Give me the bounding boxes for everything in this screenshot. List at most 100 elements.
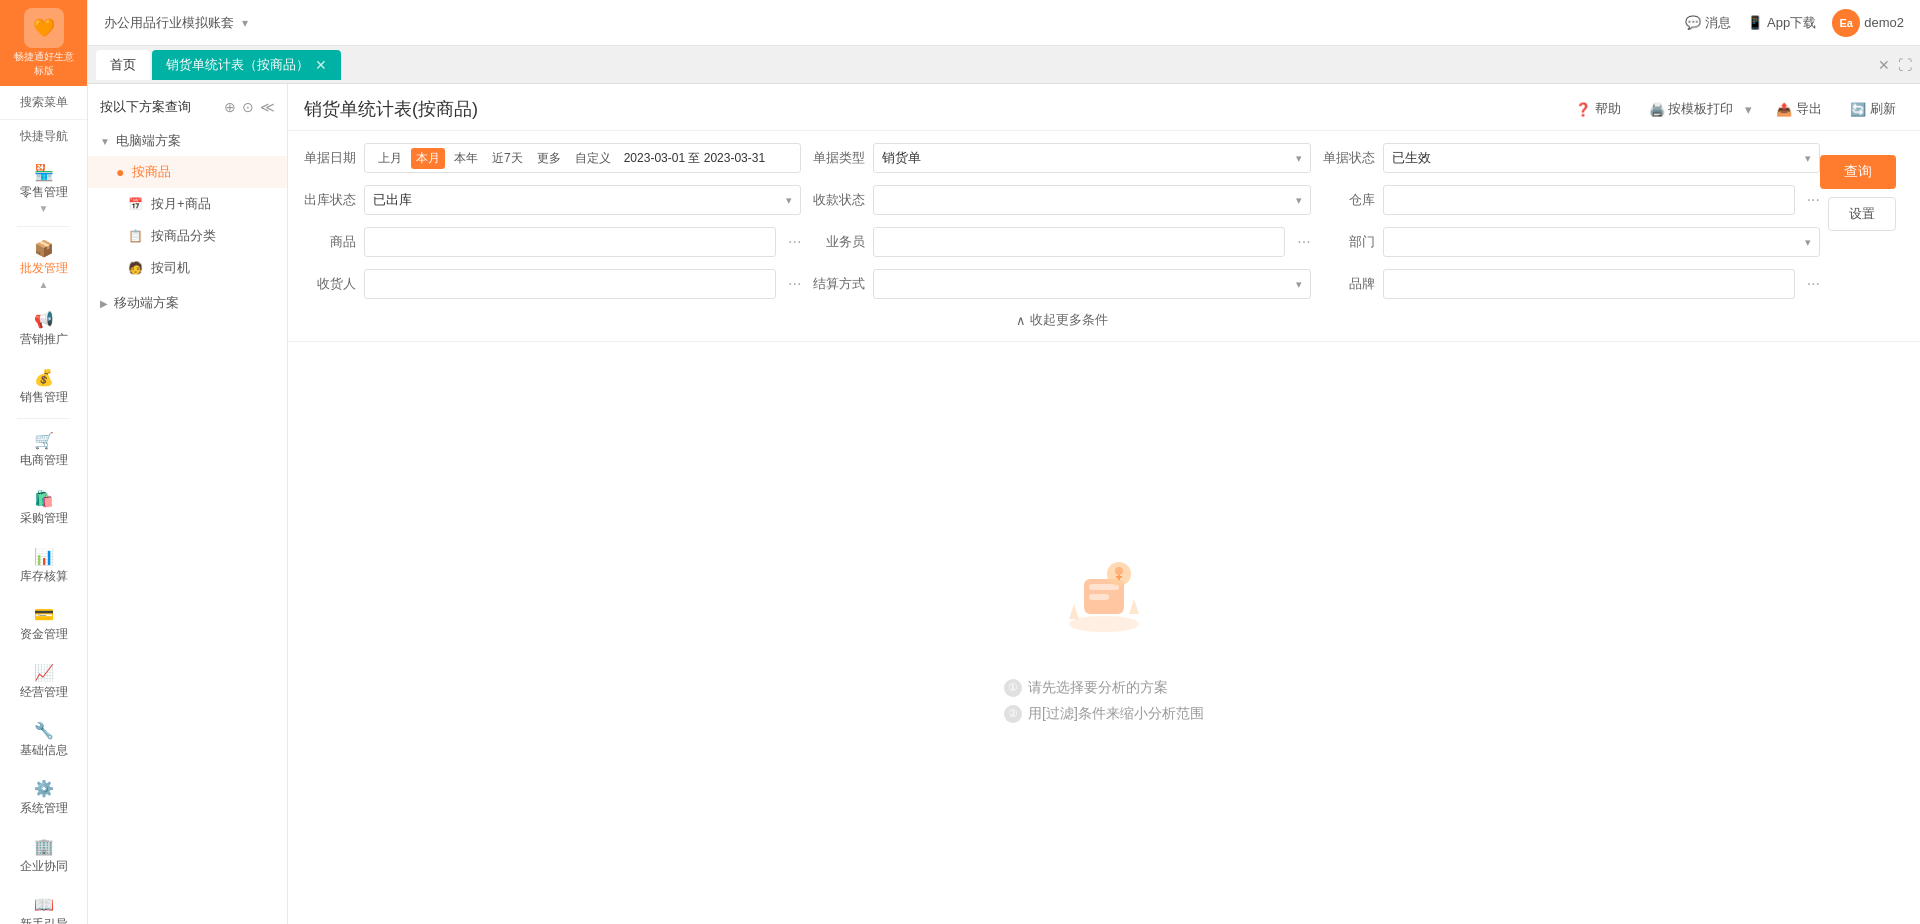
date-btn-last-month[interactable]: 上月 xyxy=(373,148,407,169)
scheme-item-by-category-label: 按商品分类 xyxy=(151,227,216,245)
message-action[interactable]: 💬 消息 xyxy=(1685,14,1731,32)
salesperson-input[interactable] xyxy=(873,227,1285,257)
sidebar-item-ecommerce[interactable]: 🛒 电商管理 xyxy=(0,421,87,479)
refresh-btn[interactable]: 🔄 刷新 xyxy=(1842,96,1904,122)
payment-label: 收款状态 xyxy=(813,191,865,209)
date-btn-this-month[interactable]: 本月 xyxy=(411,148,445,169)
brand-input[interactable] xyxy=(1383,269,1795,299)
receiver-dots-icon[interactable]: ··· xyxy=(788,275,801,293)
search-menu[interactable]: 搜索菜单 xyxy=(0,86,87,120)
tab-maximize-icon[interactable]: ⛶ xyxy=(1898,57,1912,73)
user-avatar: Ea xyxy=(1832,9,1860,37)
sidebar-item-guide[interactable]: 📖 新手引导 xyxy=(0,885,87,924)
template-print-arrow-icon[interactable]: ▾ xyxy=(1741,98,1756,121)
doctype-value: 销货单 xyxy=(882,149,921,167)
date-btn-custom[interactable]: 自定义 xyxy=(570,148,616,169)
quick-nav[interactable]: 快捷导航 xyxy=(0,120,87,153)
filter-salesperson-item: 业务员 ··· xyxy=(813,227,1310,257)
help-btn[interactable]: ❓ 帮助 xyxy=(1567,96,1629,122)
template-print-label: 按模板打印 xyxy=(1668,100,1733,118)
date-range-control[interactable]: 上月 本月 本年 近7天 更多 自定义 2023-03-01 至 2023-03… xyxy=(364,143,801,173)
collapse-panel-btn[interactable]: ≪ xyxy=(260,99,275,115)
tab-close-window-icon[interactable]: ✕ xyxy=(1878,57,1890,73)
user-section[interactable]: Ea demo2 xyxy=(1832,9,1904,37)
workspace-arrow-icon[interactable]: ▾ xyxy=(242,16,248,30)
ecommerce-icon: 🛒 xyxy=(34,431,54,450)
edit-scheme-btn[interactable]: ⊙ xyxy=(242,99,254,115)
goods-input[interactable] xyxy=(364,227,776,257)
filter-row-3: 商品 ··· 业务员 ··· xyxy=(304,227,1820,257)
sidebar-item-enterprise-label: 企业协同 xyxy=(20,858,68,875)
receiver-label: 收货人 xyxy=(304,275,356,293)
tab-bar: 首页 销货单统计表（按商品） ✕ ✕ ⛶ xyxy=(88,46,1920,84)
logo-title: 畅捷通好生意 xyxy=(14,50,74,64)
empty-hint-2: ② 用[过滤]条件来缩小分析范围 xyxy=(1004,705,1204,723)
sidebar-item-wholesale[interactable]: 📦 批发管理 ▲ xyxy=(0,229,87,300)
payment-select[interactable]: ▾ xyxy=(873,185,1310,215)
salesperson-dots-icon[interactable]: ··· xyxy=(1297,233,1310,251)
filter-date-item: 单据日期 上月 本月 本年 近7天 更多 自定义 xyxy=(304,143,801,173)
sidebar-item-marketing[interactable]: 📢 营销推广 xyxy=(0,300,87,358)
page-header-actions: ❓ 帮助 🖨️ 按模板打印 ▾ 📤 导出 xyxy=(1567,96,1904,122)
query-button[interactable]: 查询 xyxy=(1820,155,1896,189)
receiver-input[interactable] xyxy=(364,269,776,299)
scheme-item-by-goods[interactable]: ● 按商品 xyxy=(88,156,287,188)
app-download-icon: 📱 xyxy=(1747,15,1763,30)
goods-dots-icon[interactable]: ··· xyxy=(788,233,801,251)
filter-actions: ∧ 收起更多条件 xyxy=(304,311,1820,329)
svg-rect-3 xyxy=(1089,594,1109,600)
export-btn[interactable]: 📤 导出 xyxy=(1768,96,1830,122)
sidebar-item-enterprise[interactable]: 🏢 企业协同 xyxy=(0,827,87,885)
app-download-action[interactable]: 📱 App下载 xyxy=(1747,14,1816,32)
scheme-item-by-month-goods[interactable]: 📅 按月+商品 xyxy=(88,188,287,220)
sidebar-item-inventory[interactable]: 📊 库存核算 xyxy=(0,537,87,595)
operation-icon: 📈 xyxy=(34,663,54,682)
date-btn-more[interactable]: 更多 xyxy=(532,148,566,169)
scheme-item-by-month-goods-label: 按月+商品 xyxy=(151,195,211,213)
filter-row-4: 收货人 ··· 结算方式 ▾ xyxy=(304,269,1820,299)
template-print-main[interactable]: 🖨️ 按模板打印 xyxy=(1641,96,1741,122)
collapse-btn[interactable]: ∧ 收起更多条件 xyxy=(1016,311,1108,329)
date-quick-btns: 上月 本月 本年 近7天 更多 自定义 xyxy=(373,148,616,169)
settlement-select[interactable]: ▾ xyxy=(873,269,1310,299)
sidebar-item-purchase[interactable]: 🛍️ 采购管理 xyxy=(0,479,87,537)
brand-dots-icon[interactable]: ··· xyxy=(1807,275,1820,293)
scheme-group-mobile-header[interactable]: ▶ 移动端方案 xyxy=(88,288,287,318)
date-btn-7days[interactable]: 近7天 xyxy=(487,148,528,169)
date-btn-this-year[interactable]: 本年 xyxy=(449,148,483,169)
tab-report-label: 销货单统计表（按商品） xyxy=(166,56,309,74)
sidebar-item-finance[interactable]: 💳 资金管理 xyxy=(0,595,87,653)
docstatus-select[interactable]: 已生效 ▾ xyxy=(1383,143,1820,173)
header-left: 办公用品行业模拟账套 ▾ xyxy=(104,14,248,32)
docstatus-label: 单据状态 xyxy=(1323,149,1375,167)
svg-marker-9 xyxy=(1129,599,1139,614)
sidebar: 🧡 畅捷通好生意 标版 搜索菜单 快捷导航 🏪 零售管理 ▼ 📦 批发管理 ▲ … xyxy=(0,0,88,924)
app-logo[interactable]: 🧡 畅捷通好生意 标版 xyxy=(0,0,87,86)
sidebar-item-sales[interactable]: 💰 销售管理 xyxy=(0,358,87,416)
empty-illustration xyxy=(1054,544,1154,663)
sidebar-item-system[interactable]: ⚙️ 系统管理 xyxy=(0,769,87,827)
tab-report[interactable]: 销货单统计表（按商品） ✕ xyxy=(152,50,341,80)
warehouse-dots-icon[interactable]: ··· xyxy=(1807,191,1820,209)
tab-close-icon[interactable]: ✕ xyxy=(315,57,327,73)
guide-icon: 📖 xyxy=(34,895,54,914)
sidebar-item-retail[interactable]: 🏪 零售管理 ▼ xyxy=(0,153,87,224)
retail-arrow-icon: ▼ xyxy=(39,203,49,214)
tab-home[interactable]: 首页 xyxy=(96,50,150,80)
scheme-item-by-category[interactable]: 📋 按商品分类 xyxy=(88,220,287,252)
filter-panel-header: 按以下方案查询 ⊕ ⊙ ≪ xyxy=(88,92,287,122)
sidebar-item-operation[interactable]: 📈 经营管理 xyxy=(0,653,87,711)
add-scheme-btn[interactable]: ⊕ xyxy=(224,99,236,115)
dept-select[interactable]: ▾ xyxy=(1383,227,1820,257)
doctype-select[interactable]: 销货单 ▾ xyxy=(873,143,1310,173)
settings-button[interactable]: 设置 xyxy=(1828,197,1896,231)
warehouse-input[interactable] xyxy=(1383,185,1795,215)
doctype-label: 单据类型 xyxy=(813,149,865,167)
scheme-group-pc-header[interactable]: ▼ 电脑端方案 xyxy=(88,126,287,156)
scheme-group-pc: ▼ 电脑端方案 ● 按商品 📅 按月+商品 📋 按商品分类 🧑 按司机 xyxy=(88,126,287,284)
sidebar-item-basic[interactable]: 🔧 基础信息 xyxy=(0,711,87,769)
scheme-item-by-clerk[interactable]: 🧑 按司机 xyxy=(88,252,287,284)
outbound-select[interactable]: 已出库 ▾ xyxy=(364,185,801,215)
filter-outbound-item: 出库状态 已出库 ▾ xyxy=(304,185,801,215)
empty-svg xyxy=(1054,544,1154,644)
